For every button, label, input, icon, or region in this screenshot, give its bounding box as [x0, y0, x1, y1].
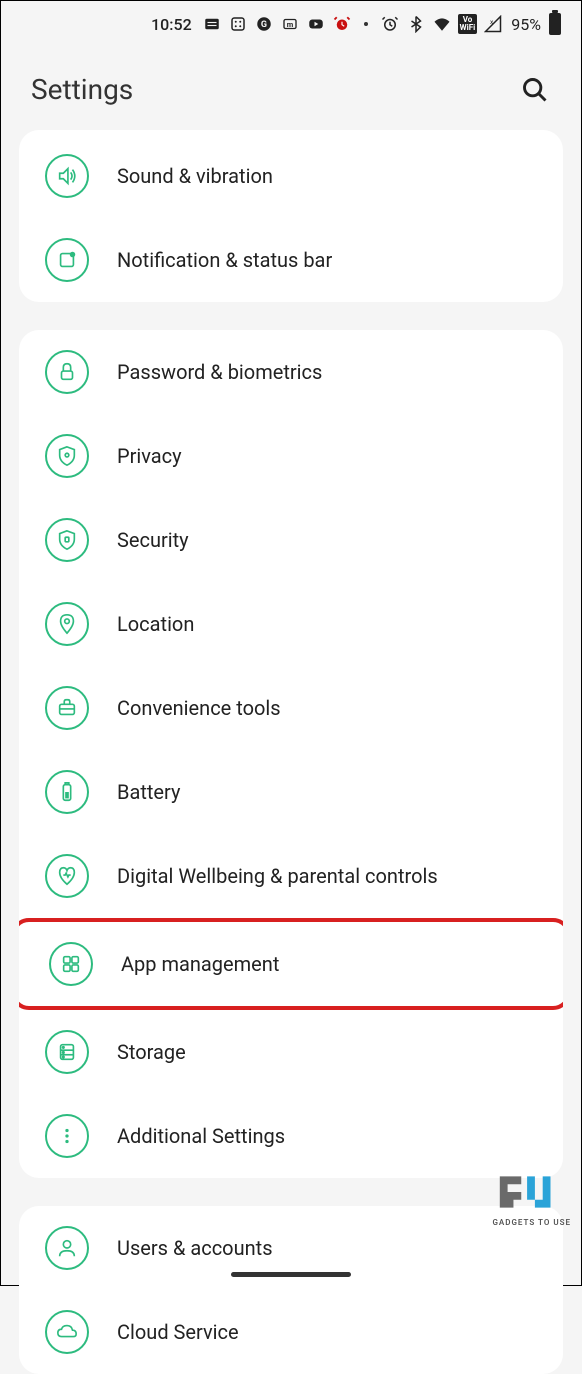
- setting-label: Privacy: [117, 444, 182, 468]
- g-circle-icon: G: [254, 14, 274, 34]
- setting-label: Additional Settings: [117, 1124, 285, 1148]
- lock-icon: [45, 350, 89, 394]
- m-icon: m: [280, 14, 300, 34]
- location-icon: [45, 602, 89, 646]
- message-icon: [202, 14, 222, 34]
- status-bar: 10:52 G m VoWiFi x 95%: [1, 1, 581, 43]
- setting-additional-settings[interactable]: Additional Settings: [19, 1094, 563, 1178]
- wifi-icon: [432, 14, 452, 34]
- setting-privacy[interactable]: Privacy: [19, 414, 563, 498]
- alarm-icon: [332, 14, 352, 34]
- setting-label: Sound & vibration: [117, 164, 273, 188]
- setting-password-biometrics[interactable]: Password & biometrics: [19, 330, 563, 414]
- settings-group-2: Password & biometrics Privacy Security L…: [19, 330, 563, 1178]
- setting-label: Storage: [117, 1040, 186, 1064]
- cloud-icon: [45, 1310, 89, 1354]
- setting-label: Users & accounts: [117, 1236, 273, 1260]
- settings-group-1: Sound & vibration Notification & status …: [19, 130, 563, 302]
- battery-percent: 95%: [511, 15, 541, 34]
- setting-label: Battery: [117, 780, 180, 804]
- setting-convenience-tools[interactable]: Convenience tools: [19, 666, 563, 750]
- setting-cloud-service[interactable]: Cloud Service: [19, 1290, 563, 1374]
- watermark: GADGETS TO USE: [492, 1168, 571, 1227]
- vowifi-icon: VoWiFi: [458, 14, 478, 34]
- setting-label: App management: [121, 952, 279, 976]
- bluetooth-icon: [406, 14, 426, 34]
- youtube-icon: [306, 14, 326, 34]
- setting-label: Security: [117, 528, 189, 552]
- battery-icon: [549, 13, 561, 35]
- clock-alarm-icon: [380, 14, 400, 34]
- sound-icon: [45, 154, 89, 198]
- setting-label: Digital Wellbeing & parental controls: [117, 864, 438, 888]
- svg-text:x: x: [490, 18, 494, 26]
- setting-storage[interactable]: Storage: [19, 1010, 563, 1094]
- setting-users-accounts[interactable]: Users & accounts: [19, 1206, 563, 1290]
- home-indicator[interactable]: [231, 1272, 351, 1277]
- storage-icon: [45, 1030, 89, 1074]
- svg-text:m: m: [286, 20, 293, 29]
- battery-setting-icon: [45, 770, 89, 814]
- svg-text:G: G: [261, 20, 267, 30]
- signal-icon: x: [483, 14, 503, 34]
- setting-label: Location: [117, 612, 194, 636]
- setting-notification-status-bar[interactable]: Notification & status bar: [19, 218, 563, 302]
- keypad-icon: [228, 14, 248, 34]
- setting-security[interactable]: Security: [19, 498, 563, 582]
- separator-dot: [364, 22, 368, 26]
- status-time: 10:52: [151, 15, 192, 34]
- search-icon: [521, 76, 549, 104]
- setting-app-management[interactable]: App management: [19, 918, 563, 1010]
- more-vertical-icon: [45, 1114, 89, 1158]
- apps-icon: [49, 942, 93, 986]
- setting-location[interactable]: Location: [19, 582, 563, 666]
- header: Settings: [1, 43, 581, 136]
- notification-icon: [45, 238, 89, 282]
- setting-label: Convenience tools: [117, 696, 281, 720]
- user-icon: [45, 1226, 89, 1270]
- privacy-shield-icon: [45, 434, 89, 478]
- setting-label: Notification & status bar: [117, 248, 332, 272]
- setting-digital-wellbeing[interactable]: Digital Wellbeing & parental controls: [19, 834, 563, 918]
- settings-group-3: Users & accounts Cloud Service: [19, 1206, 563, 1374]
- setting-label: Cloud Service: [117, 1320, 239, 1344]
- watermark-logo: [492, 1168, 570, 1216]
- heart-icon: [45, 854, 89, 898]
- toolbox-icon: [45, 686, 89, 730]
- security-shield-icon: [45, 518, 89, 562]
- watermark-text: GADGETS TO USE: [492, 1218, 571, 1227]
- setting-label: Password & biometrics: [117, 360, 322, 384]
- search-button[interactable]: [519, 74, 551, 106]
- setting-sound-vibration[interactable]: Sound & vibration: [19, 134, 563, 218]
- page-title: Settings: [31, 73, 133, 106]
- setting-battery[interactable]: Battery: [19, 750, 563, 834]
